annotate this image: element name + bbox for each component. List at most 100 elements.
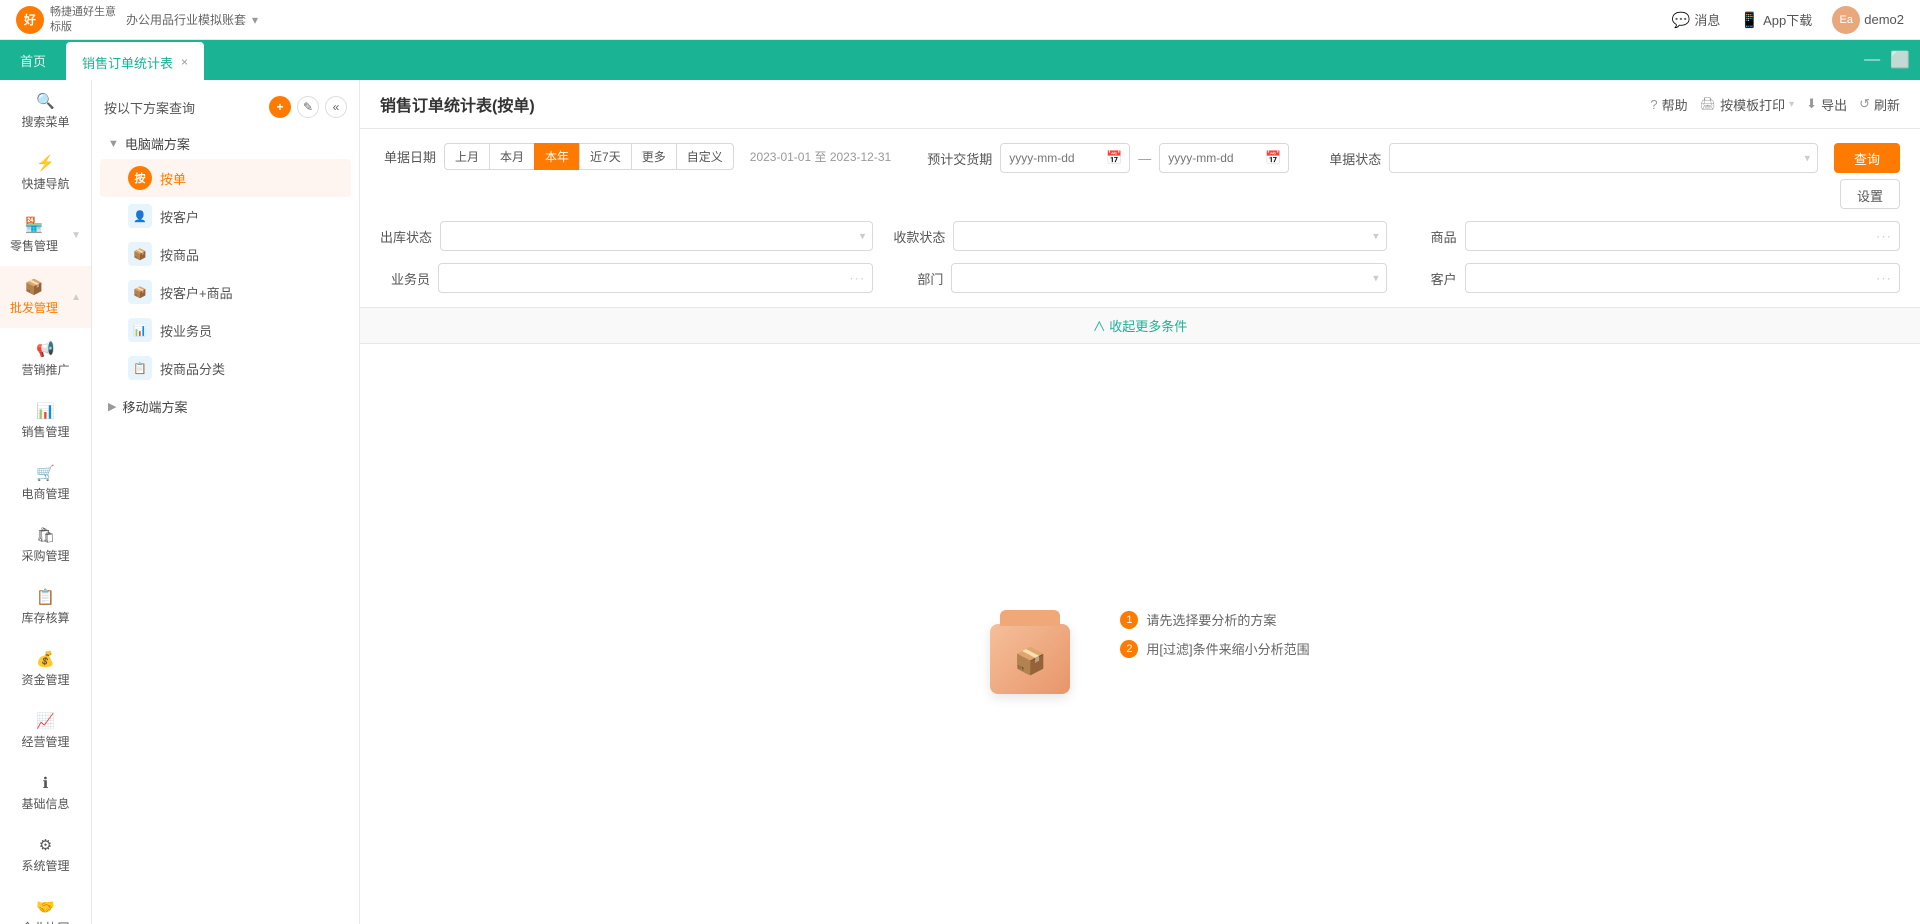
marketing-icon: 📢: [36, 340, 55, 358]
pay-status-select[interactable]: [953, 221, 1386, 251]
scheme-add-btn[interactable]: +: [269, 96, 291, 118]
collapse-bar[interactable]: ∧ 收起更多条件: [360, 308, 1920, 344]
scheme-group-pc: ▼ 电脑端方案 按 按单 👤 按客户 📦: [100, 128, 351, 387]
date-btn-more[interactable]: 更多: [631, 143, 676, 170]
tab-active[interactable]: 销售订单统计表 ×: [66, 42, 204, 82]
tip-num-2: 2: [1120, 640, 1138, 658]
date-separator: —: [1138, 151, 1151, 166]
salesman-input[interactable]: [438, 263, 873, 293]
scheme-tree: ▼ 电脑端方案 按 按单 👤 按客户 📦: [92, 128, 359, 422]
filter-area: 单据日期 上月 本月 本年 近7天 更多 自定义 2023-01-01 至 20…: [360, 129, 1920, 308]
app-download-btn[interactable]: 📱 App下载: [1740, 10, 1812, 29]
setting-btn[interactable]: 设置: [1840, 179, 1900, 209]
scheme-item-bycustomergoods[interactable]: 📦 按客户+商品: [100, 273, 351, 311]
sidebar-item-finance[interactable]: 💰 资金管理: [0, 638, 91, 700]
logo-text: 畅捷通好生意 标版: [50, 5, 116, 34]
date-btn-thisyear[interactable]: 本年: [534, 143, 579, 170]
status-select[interactable]: [1389, 143, 1818, 173]
finance-icon: 💰: [36, 650, 55, 668]
scheme-item-bycustomergoods-icon: 📦: [128, 280, 152, 304]
scheme-item-bygoodscate[interactable]: 📋 按商品分类: [100, 349, 351, 387]
sidebar-item-basic[interactable]: ℹ 基础信息: [0, 762, 91, 824]
scheme-item-byorder[interactable]: 按 按单: [100, 159, 351, 197]
out-status-cell: 出库状态 ▾: [380, 221, 873, 251]
main-area: 🔍 搜索菜单 ⚡ 快捷导航 🏪 零售管理 ▼ 📦 批发管理 ▲: [0, 80, 1920, 924]
export-icon: ⬇: [1806, 96, 1817, 112]
message-btn[interactable]: 💬 消息: [1672, 10, 1721, 29]
logo-icon: 好: [16, 6, 44, 34]
window-minimize-btn[interactable]: —: [1864, 51, 1880, 69]
tip-num-1: 1: [1120, 611, 1138, 629]
tab-home[interactable]: 首页: [0, 40, 66, 80]
salesman-label: 业务员: [380, 269, 430, 288]
scheme-item-bysalesman[interactable]: 📊 按业务员: [100, 311, 351, 349]
scheme-collapse-btn[interactable]: «: [325, 96, 347, 118]
expected-date-end[interactable]: [1159, 143, 1289, 173]
user-area[interactable]: Ea demo2: [1832, 6, 1904, 34]
date-btn-lastmonth[interactable]: 上月: [444, 143, 489, 170]
sidebar-item-retail[interactable]: 🏪 零售管理 ▼: [0, 204, 91, 266]
pay-status-label: 收款状态: [893, 227, 945, 246]
expected-date-end-wrap: 📅: [1159, 143, 1289, 173]
scheme-group-pc-title[interactable]: ▼ 电脑端方案: [100, 128, 351, 159]
goods-input[interactable]: [1465, 221, 1900, 251]
date-label: 单据日期: [380, 147, 436, 166]
date-btn-custom[interactable]: 自定义: [676, 143, 734, 170]
scheme-group-mobile-title[interactable]: ▶ 移动端方案: [100, 391, 351, 422]
top-right: 💬 消息 📱 App下载 Ea demo2: [1672, 6, 1904, 34]
scheme-group-mobile: ▶ 移动端方案: [100, 391, 351, 422]
dept-select[interactable]: [951, 263, 1386, 293]
dept-cell: 部门 ▾: [893, 263, 1386, 293]
page-title: 销售订单统计表(按单): [380, 92, 535, 128]
tab-bar: 首页 销售订单统计表 × — ⬜: [0, 40, 1920, 80]
sidebar-item-quicknav[interactable]: ⚡ 快捷导航: [0, 142, 91, 204]
help-btn[interactable]: ? 帮助: [1650, 95, 1687, 114]
collab-icon: 🤝: [36, 898, 55, 916]
top-header: 好 畅捷通好生意 标版 办公用品行业模拟账套 ▾ 💬 消息 📱 App下载 Ea…: [0, 0, 1920, 40]
customer-cell: 客户 ···: [1407, 263, 1900, 293]
export-btn[interactable]: ⬇ 导出: [1806, 95, 1847, 114]
sidebar-item-inventory[interactable]: 📋 库存核算: [0, 576, 91, 638]
sidebar-item-wholesale[interactable]: 📦 批发管理 ▲: [0, 266, 91, 328]
sidebar-item-purchase[interactable]: 🛍 采购管理: [0, 514, 91, 576]
sidebar-item-system[interactable]: ⚙ 系统管理: [0, 824, 91, 886]
retail-icon: 🏪: [25, 216, 44, 234]
sidebar-item-search[interactable]: 🔍 搜索菜单: [0, 80, 91, 142]
print-btn[interactable]: 🖨 按模板打印 ▾: [1700, 95, 1795, 114]
query-btn[interactable]: 查询: [1834, 143, 1900, 173]
scheme-item-bycustomer[interactable]: 👤 按客户: [100, 197, 351, 235]
date-btn-7days[interactable]: 近7天: [579, 143, 631, 170]
customer-input[interactable]: [1465, 263, 1900, 293]
scheme-item-byorder-icon: 按: [128, 166, 152, 190]
sidebar-item-marketing[interactable]: 📢 营销推广: [0, 328, 91, 390]
system-icon: ⚙: [39, 836, 52, 854]
refresh-icon: ↺: [1859, 96, 1870, 112]
scheme-edit-btn[interactable]: ✎: [297, 96, 319, 118]
sidebar-item-management[interactable]: 📈 经营管理: [0, 700, 91, 762]
management-icon: 📈: [36, 712, 55, 730]
empty-state: 📦 1 请先选择要分析的方案 2 用[过滤]条件来缩小分析范围: [360, 344, 1920, 924]
goods-cell: 商品 ···: [1407, 221, 1900, 251]
window-maximize-btn[interactable]: ⬜: [1890, 50, 1910, 70]
sidebar-item-sales[interactable]: 📊 销售管理: [0, 390, 91, 452]
scheme-item-bysalesman-label: 按业务员: [160, 321, 212, 340]
date-btn-thismonth[interactable]: 本月: [489, 143, 534, 170]
refresh-btn[interactable]: ↺ 刷新: [1859, 95, 1900, 114]
top-left: 好 畅捷通好生意 标版 办公用品行业模拟账套 ▾: [16, 5, 258, 34]
tab-bar-right: — ⬜: [1864, 50, 1920, 70]
help-icon: ?: [1650, 97, 1657, 112]
out-status-label: 出库状态: [380, 227, 432, 246]
breadcrumb[interactable]: 办公用品行业模拟账套 ▾: [126, 11, 258, 28]
scheme-item-bygoods[interactable]: 📦 按商品: [100, 235, 351, 273]
sidebar-item-collab[interactable]: 🤝 企业协同: [0, 886, 91, 924]
page-title-actions: ? 帮助 🖨 按模板打印 ▾ ⬇ 导出 ↺ 刷新: [1650, 95, 1900, 126]
empty-tip-1: 1 请先选择要分析的方案: [1120, 610, 1309, 629]
out-status-select[interactable]: [440, 221, 873, 251]
tab-close-btn[interactable]: ×: [181, 55, 188, 69]
sidebar-item-ecommerce[interactable]: 🛒 电商管理: [0, 452, 91, 514]
expected-date-start[interactable]: [1000, 143, 1130, 173]
sidebar: 🔍 搜索菜单 ⚡ 快捷导航 🏪 零售管理 ▼ 📦 批发管理 ▲: [0, 80, 92, 924]
scheme-item-byorder-label: 按单: [160, 169, 186, 188]
avatar: Ea: [1832, 6, 1860, 34]
inventory-icon: 📋: [36, 588, 55, 606]
